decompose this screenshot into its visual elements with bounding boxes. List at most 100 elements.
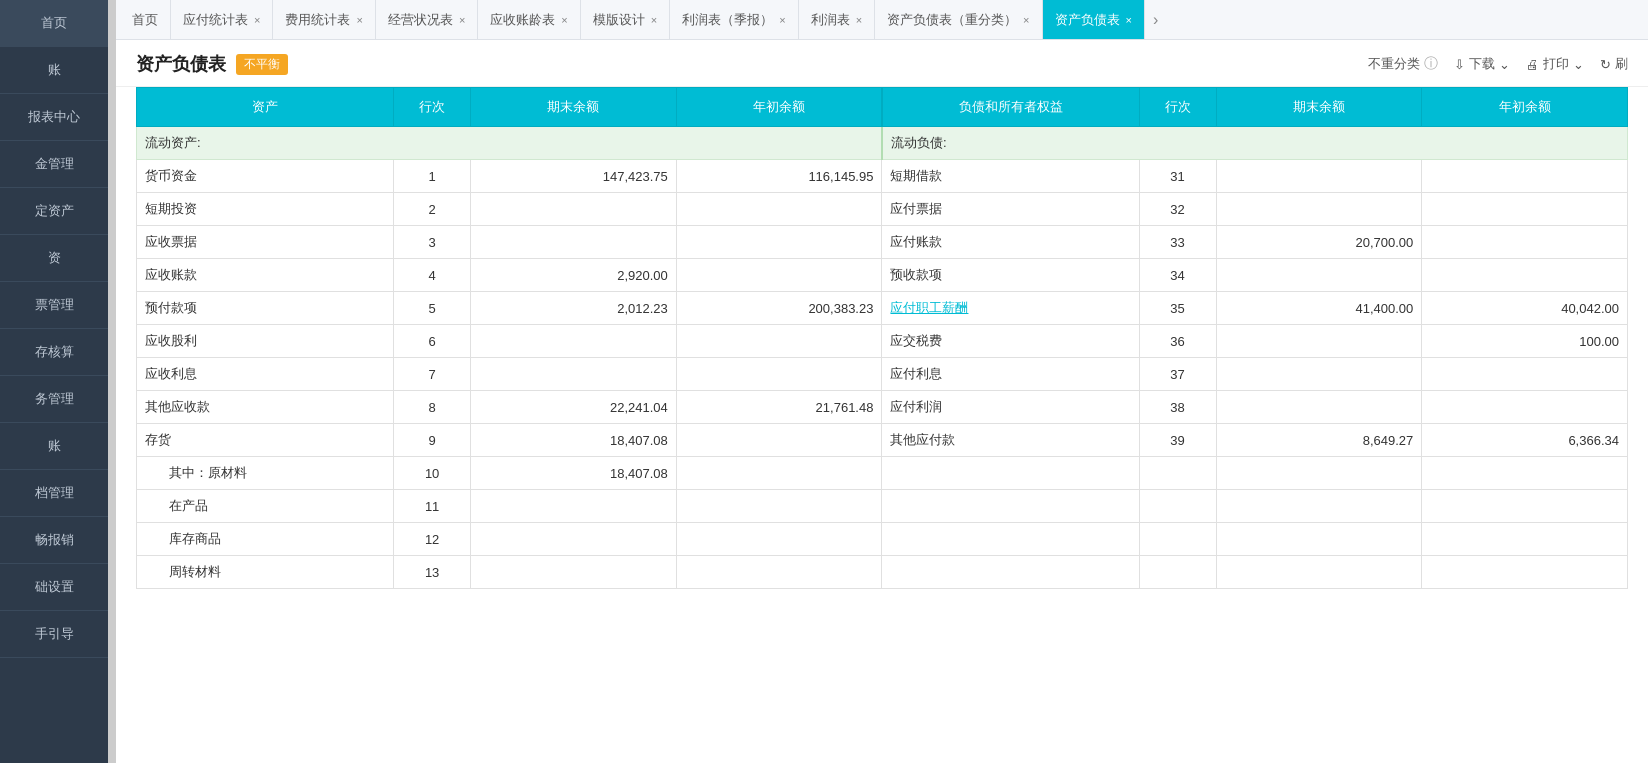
tab-close-balance[interactable]: ×	[1126, 14, 1132, 26]
asset-label-4: 应收账款	[137, 259, 394, 292]
end-balance-5: 2,012.23	[471, 292, 677, 325]
col-row-num: 行次	[394, 88, 471, 127]
start-balance-3	[676, 226, 882, 259]
end-balance-2	[471, 193, 677, 226]
refresh-btn[interactable]: ↻ 刷	[1600, 55, 1628, 73]
help-icon: ⓘ	[1424, 55, 1438, 73]
tab-payables[interactable]: 应付统计表 ×	[171, 0, 273, 40]
row-num-7: 7	[394, 358, 471, 391]
start-balance-2	[676, 193, 882, 226]
sidebar-item-cash[interactable]: 金管理	[0, 141, 108, 188]
start-balance-10	[676, 457, 882, 490]
liability-end-5: 41,400.00	[1216, 292, 1422, 325]
liability-start-5: 40,042.00	[1422, 292, 1628, 325]
asset-label-7: 应收利息	[137, 358, 394, 391]
tab-expenses[interactable]: 费用统计表 ×	[273, 0, 375, 40]
table-row: 在产品 11	[137, 490, 1628, 523]
tab-home[interactable]: 首页	[120, 0, 171, 40]
sidebar-item-assets[interactable]: 定资产	[0, 188, 108, 235]
liability-row-11	[1139, 490, 1216, 523]
sidebar-item-guide[interactable]: 手引导	[0, 611, 108, 658]
liability-start-9: 6,366.34	[1422, 424, 1628, 457]
table-row: 应收账款 4 2,920.00 预收款项 34	[137, 259, 1628, 292]
sidebar-item-tax[interactable]: 务管理	[0, 376, 108, 423]
tab-close-template[interactable]: ×	[651, 14, 657, 26]
start-balance-12	[676, 523, 882, 556]
liability-end-1	[1216, 160, 1422, 193]
asset-label-1: 货币资金	[137, 160, 394, 193]
sidebar-item-inventory[interactable]: 存核算	[0, 329, 108, 376]
start-balance-9	[676, 424, 882, 457]
sidebar-item-home[interactable]: 首页	[0, 0, 108, 47]
asset-label-12: 库存商品	[137, 523, 394, 556]
liability-label-11	[882, 490, 1139, 523]
start-balance-11	[676, 490, 882, 523]
liability-label-3: 应付账款	[882, 226, 1139, 259]
table-row: 周转材料 13	[137, 556, 1628, 589]
asset-label-9: 存货	[137, 424, 394, 457]
row-num-4: 4	[394, 259, 471, 292]
end-balance-12	[471, 523, 677, 556]
tab-close-profit-q[interactable]: ×	[779, 14, 785, 26]
sidebar-item-reports[interactable]: 报表中心	[0, 94, 108, 141]
tab-close-operations[interactable]: ×	[459, 14, 465, 26]
table-row: 其中：原材料 10 18,407.08	[137, 457, 1628, 490]
page-title: 资产负债表	[136, 52, 226, 76]
tab-close-aging[interactable]: ×	[561, 14, 567, 26]
liability-label-13	[882, 556, 1139, 589]
start-balance-13	[676, 556, 882, 589]
sidebar-item-archive[interactable]: 档管理	[0, 470, 108, 517]
tab-profit[interactable]: 利润表 ×	[799, 0, 875, 40]
tab-profit-quarterly[interactable]: 利润表（季报） ×	[670, 0, 798, 40]
asset-label-3: 应收票据	[137, 226, 394, 259]
end-balance-3	[471, 226, 677, 259]
tab-balance-reclassified[interactable]: 资产负债表（重分类） ×	[875, 0, 1042, 40]
liability-row-5: 35	[1139, 292, 1216, 325]
liability-row-1: 31	[1139, 160, 1216, 193]
tab-scroll-right[interactable]: ›	[1145, 11, 1166, 29]
sidebar-item-invoice[interactable]: 票管理	[0, 282, 108, 329]
tab-balance[interactable]: 资产负债表 ×	[1043, 0, 1145, 40]
refresh-icon: ↻	[1600, 57, 1611, 72]
row-num-11: 11	[394, 490, 471, 523]
page-header: 资产负债表 不平衡 不重分类 ⓘ ⇩ 下载 ⌄ 🖨 打印 ⌄ ↻ 刷	[116, 40, 1648, 87]
sidebar-item-expense[interactable]: 畅报销	[0, 517, 108, 564]
print-icon: 🖨	[1526, 57, 1539, 72]
liability-end-6	[1216, 325, 1422, 358]
row-num-3: 3	[394, 226, 471, 259]
tab-close-profit[interactable]: ×	[856, 14, 862, 26]
print-btn[interactable]: 🖨 打印 ⌄	[1526, 55, 1584, 73]
sidebar-item-account[interactable]: 账	[0, 423, 108, 470]
tab-close-payables[interactable]: ×	[254, 14, 260, 26]
page-header-left: 资产负债表 不平衡	[136, 52, 288, 76]
liability-start-7	[1422, 358, 1628, 391]
table-container: 资产 行次 期末余额 年初余额 负债和所有者权益 行次 期末余额 年初余额 流动…	[116, 87, 1648, 763]
row-num-9: 9	[394, 424, 471, 457]
table-row: 其他应收款 8 22,241.04 21,761.48 应付利润 38	[137, 391, 1628, 424]
liability-row-13	[1139, 556, 1216, 589]
liability-row-6: 36	[1139, 325, 1216, 358]
not-reclassify-btn[interactable]: 不重分类 ⓘ	[1368, 55, 1438, 73]
tab-operations[interactable]: 经营状况表 ×	[376, 0, 478, 40]
tab-close-expenses[interactable]: ×	[356, 14, 362, 26]
liability-end-11	[1216, 490, 1422, 523]
liability-label-12	[882, 523, 1139, 556]
asset-label-13: 周转材料	[137, 556, 394, 589]
sidebar-item-ledger[interactable]: 账	[0, 47, 108, 94]
asset-label-5: 预付款项	[137, 292, 394, 325]
liability-row-9: 39	[1139, 424, 1216, 457]
tab-close-balance-r[interactable]: ×	[1023, 14, 1029, 26]
row-num-6: 6	[394, 325, 471, 358]
liability-start-2	[1422, 193, 1628, 226]
tab-template[interactable]: 模版设计 ×	[581, 0, 670, 40]
main-content: 首页 应付统计表 × 费用统计表 × 经营状况表 × 应收账龄表 × 模版设计 …	[116, 0, 1648, 763]
liability-end-2	[1216, 193, 1422, 226]
sidebar-item-settings[interactable]: 础设置	[0, 564, 108, 611]
liability-start-13	[1422, 556, 1628, 589]
download-btn[interactable]: ⇩ 下载 ⌄	[1454, 55, 1510, 73]
sidebar-item-capital[interactable]: 资	[0, 235, 108, 282]
asset-label-10: 其中：原材料	[137, 457, 394, 490]
col-row-num2: 行次	[1139, 88, 1216, 127]
page-header-right: 不重分类 ⓘ ⇩ 下载 ⌄ 🖨 打印 ⌄ ↻ 刷	[1368, 55, 1628, 73]
tab-aging[interactable]: 应收账龄表 ×	[478, 0, 580, 40]
